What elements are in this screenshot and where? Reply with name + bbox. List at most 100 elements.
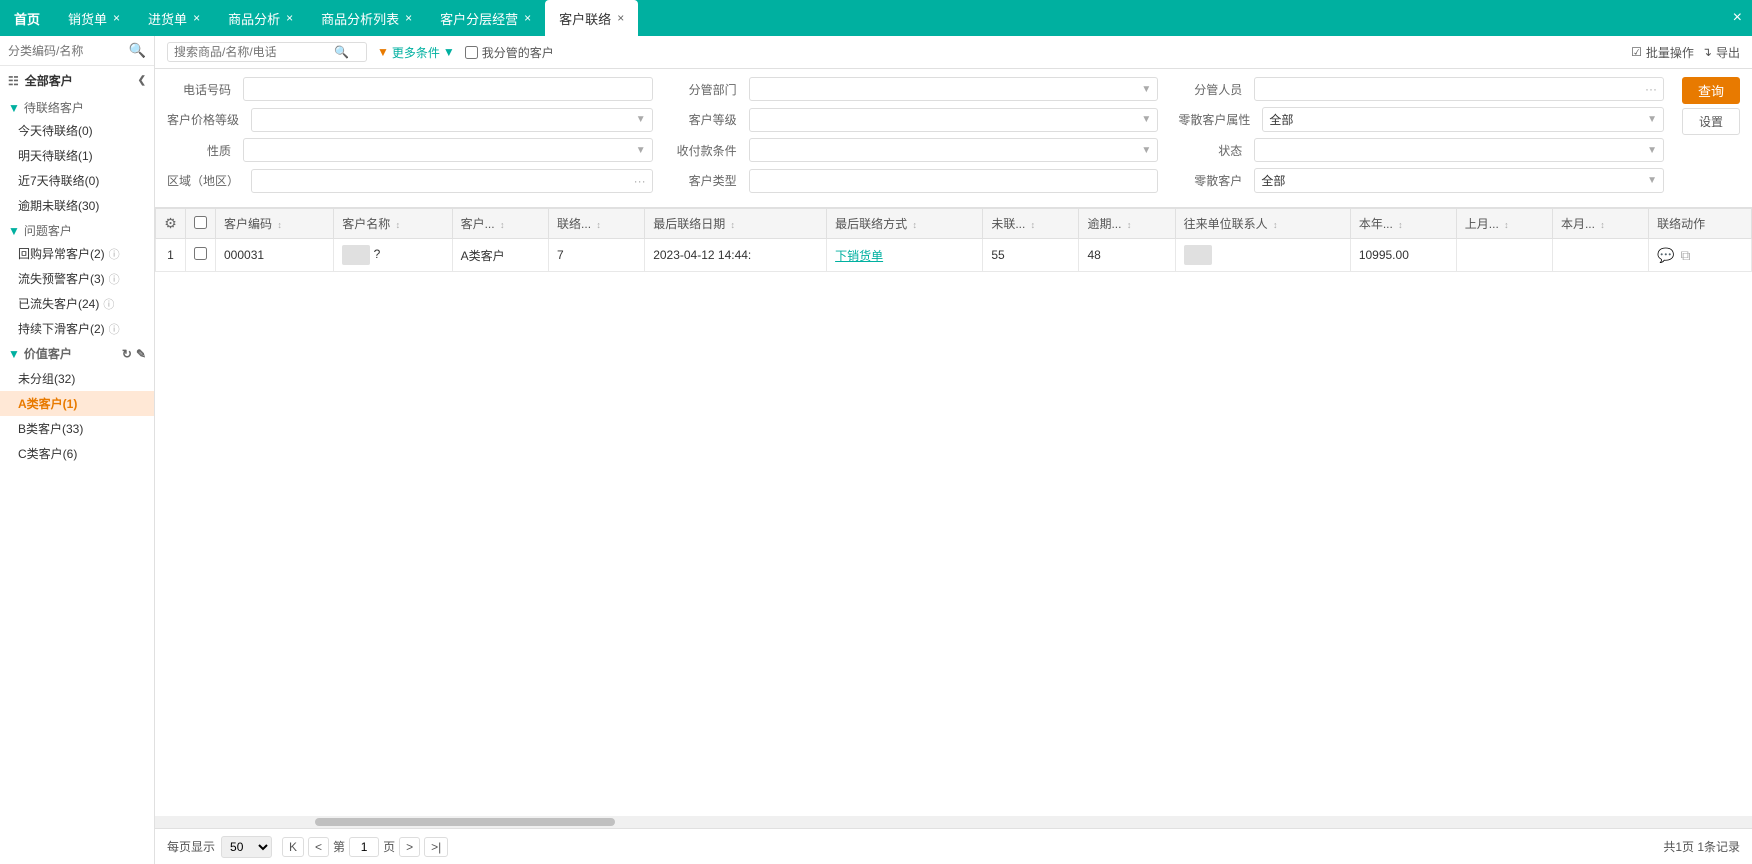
input-person[interactable]: ··· [1254,77,1664,101]
tab-customer-layer[interactable]: 客户分层经营 × [426,0,545,36]
col-year-amount[interactable]: 本年... ↕ [1350,209,1456,239]
col-last-month[interactable]: 上月... ↕ [1456,209,1552,239]
select-all-checkbox[interactable] [194,216,207,229]
select-price-level[interactable]: ▼ [251,108,653,132]
last-contact-type-link[interactable]: 下销货单 [835,249,883,263]
sidebar-item-7days[interactable]: 近7天待联络(0) [0,168,154,193]
col-last-date[interactable]: 最后联络日期 ↕ [645,209,827,239]
more-conditions-btn[interactable]: ▼ 更多条件 ▼ [377,44,455,61]
horizontal-scrollbar[interactable] [155,816,1752,828]
sidebar-search-icon[interactable]: 🔍 [129,42,146,59]
select-dept[interactable]: ▼ [749,77,1159,101]
close-goods-analysis-list-tab[interactable]: × [405,11,412,25]
sidebar-item-declining[interactable]: 持续下滑客户(2) ⓘ [0,316,154,341]
close-customer-contact-tab[interactable]: × [617,11,624,25]
col-settings[interactable]: ⚙ [156,209,186,239]
next-page-btn[interactable]: > [399,837,420,857]
row-name[interactable]: ? [334,239,452,272]
tab-sales[interactable]: 销货单 × [54,0,134,36]
chat-icon[interactable]: 💬 [1657,247,1674,264]
input-customer-type[interactable] [749,169,1159,193]
last-page-btn[interactable]: >| [424,837,448,857]
search-input[interactable] [174,45,334,59]
filter-cell-dept: 分管部门 ▼ [673,77,1159,101]
sidebar-item-tomorrow[interactable]: 明天待联络(1) [0,143,154,168]
col-last-type[interactable]: 最后联络方式 ↕ [827,209,983,239]
settings-col-icon[interactable]: ⚙ [164,215,177,231]
input-region[interactable]: ··· [251,169,653,193]
sort-this-month-icon: ↕ [1600,220,1605,230]
export-btn[interactable]: ↴ 导出 [1702,44,1740,61]
select-payment[interactable]: ▼ [749,138,1159,162]
sidebar-search-bar[interactable]: 🔍 [0,36,154,66]
tab-goods-analysis[interactable]: 商品分析 × [214,0,307,36]
col-contact-count[interactable]: 联络... ↕ [549,209,645,239]
sidebar-item-today[interactable]: 今天待联络(0) [0,118,154,143]
dots-region-icon[interactable]: ··· [634,174,646,188]
col-code[interactable]: 客户编码 ↕ [216,209,334,239]
sidebar-item-c-class[interactable]: C类客户(6) [0,441,154,466]
col-contact-person[interactable]: 往来单位联系人 ↕ [1175,209,1350,239]
row-checkbox-cell[interactable] [186,239,216,272]
qrcode-icon[interactable]: ⧉ [1681,247,1691,264]
page-size-select[interactable]: 20 50 100 200 [221,836,272,858]
page-number-input[interactable] [349,837,379,857]
tab-home[interactable]: 首页 [0,0,54,36]
col-name[interactable]: 客户名称 ↕ [334,209,452,239]
col-no-contact[interactable]: 未联... ↕ [983,209,1079,239]
select-scatter-attr[interactable]: 全部▼ [1262,107,1664,132]
close-sales-tab[interactable]: × [113,11,120,25]
row-level: A类客户 [452,239,548,272]
first-page-btn[interactable]: K [282,837,304,857]
my-customers-check[interactable] [465,46,478,59]
sidebar-item-unclassified[interactable]: 未分组(32) [0,366,154,391]
tab-customer-contact[interactable]: 客户联络 × [545,0,638,36]
scrollbar-thumb[interactable] [315,818,615,826]
sidebar-item-a-class[interactable]: A类客户(1) [0,391,154,416]
select-customer-level[interactable]: ▼ [749,108,1159,132]
select-status[interactable]: ▼ [1254,138,1664,162]
select-scatter[interactable]: 全部▼ [1254,168,1664,193]
prev-page-btn[interactable]: < [308,837,329,857]
sort-level-icon: ↕ [500,220,505,230]
triangle-icon-3: ▼ [8,347,20,361]
my-customers-checkbox[interactable]: 我分管的客户 [465,44,554,61]
batch-operation-btn[interactable]: ☑ 批量操作 [1631,44,1694,61]
col-this-month[interactable]: 本月... ↕ [1552,209,1648,239]
all-customers-header[interactable]: ☷ 全部客户 ❮ [0,66,154,95]
search-box[interactable]: 🔍 [167,42,367,62]
dropdown-payment-icon: ▼ [1141,145,1151,156]
group-pending-label: 待联络客户 [24,99,84,116]
row-checkbox[interactable] [194,247,207,260]
close-purchase-tab[interactable]: × [193,11,200,25]
settings-button[interactable]: 设置 [1682,108,1740,135]
page-label: 第 [333,838,345,855]
dots-person-icon[interactable]: ··· [1645,82,1657,96]
total-records-label: 共1页 1条记录 [1663,838,1740,855]
col-checkbox[interactable] [186,209,216,239]
input-phone[interactable] [243,77,653,101]
filter-cell-nature: 性质 ▼ [167,138,653,162]
refresh-icon[interactable]: ↻ [122,347,132,361]
close-all-tabs[interactable]: × [1733,9,1752,27]
sidebar-item-churned[interactable]: 已流失客户(24) ⓘ [0,291,154,316]
select-nature[interactable]: ▼ [243,138,653,162]
sidebar-item-overdue[interactable]: 逾期未联络(30) [0,193,154,218]
close-customer-layer-tab[interactable]: × [524,11,531,25]
sidebar-item-b-class[interactable]: B类客户(33) [0,416,154,441]
sidebar-item-repurchase-abnormal[interactable]: 回购异常客户(2) ⓘ [0,241,154,266]
label-scatter-attr: 零散客户属性 [1178,111,1256,128]
col-overdue[interactable]: 逾期... ↕ [1079,209,1175,239]
search-icon-main[interactable]: 🔍 [334,45,349,59]
close-goods-analysis-tab[interactable]: × [286,11,293,25]
query-button[interactable]: 查询 [1682,77,1740,104]
edit-icon[interactable]: ✎ [136,347,146,361]
row-last-type[interactable]: 下销货单 [827,239,983,272]
tab-goods-analysis-list[interactable]: 商品分析列表 × [307,0,426,36]
collapse-icon[interactable]: ❮ [138,75,146,86]
sidebar-search-input[interactable] [8,44,129,58]
tab-purchase[interactable]: 进货单 × [134,0,214,36]
col-level[interactable]: 客户... ↕ [452,209,548,239]
filter-action-buttons: 查询 设置 [1682,77,1740,135]
sidebar-item-churn-warning[interactable]: 流失预警客户(3) ⓘ [0,266,154,291]
